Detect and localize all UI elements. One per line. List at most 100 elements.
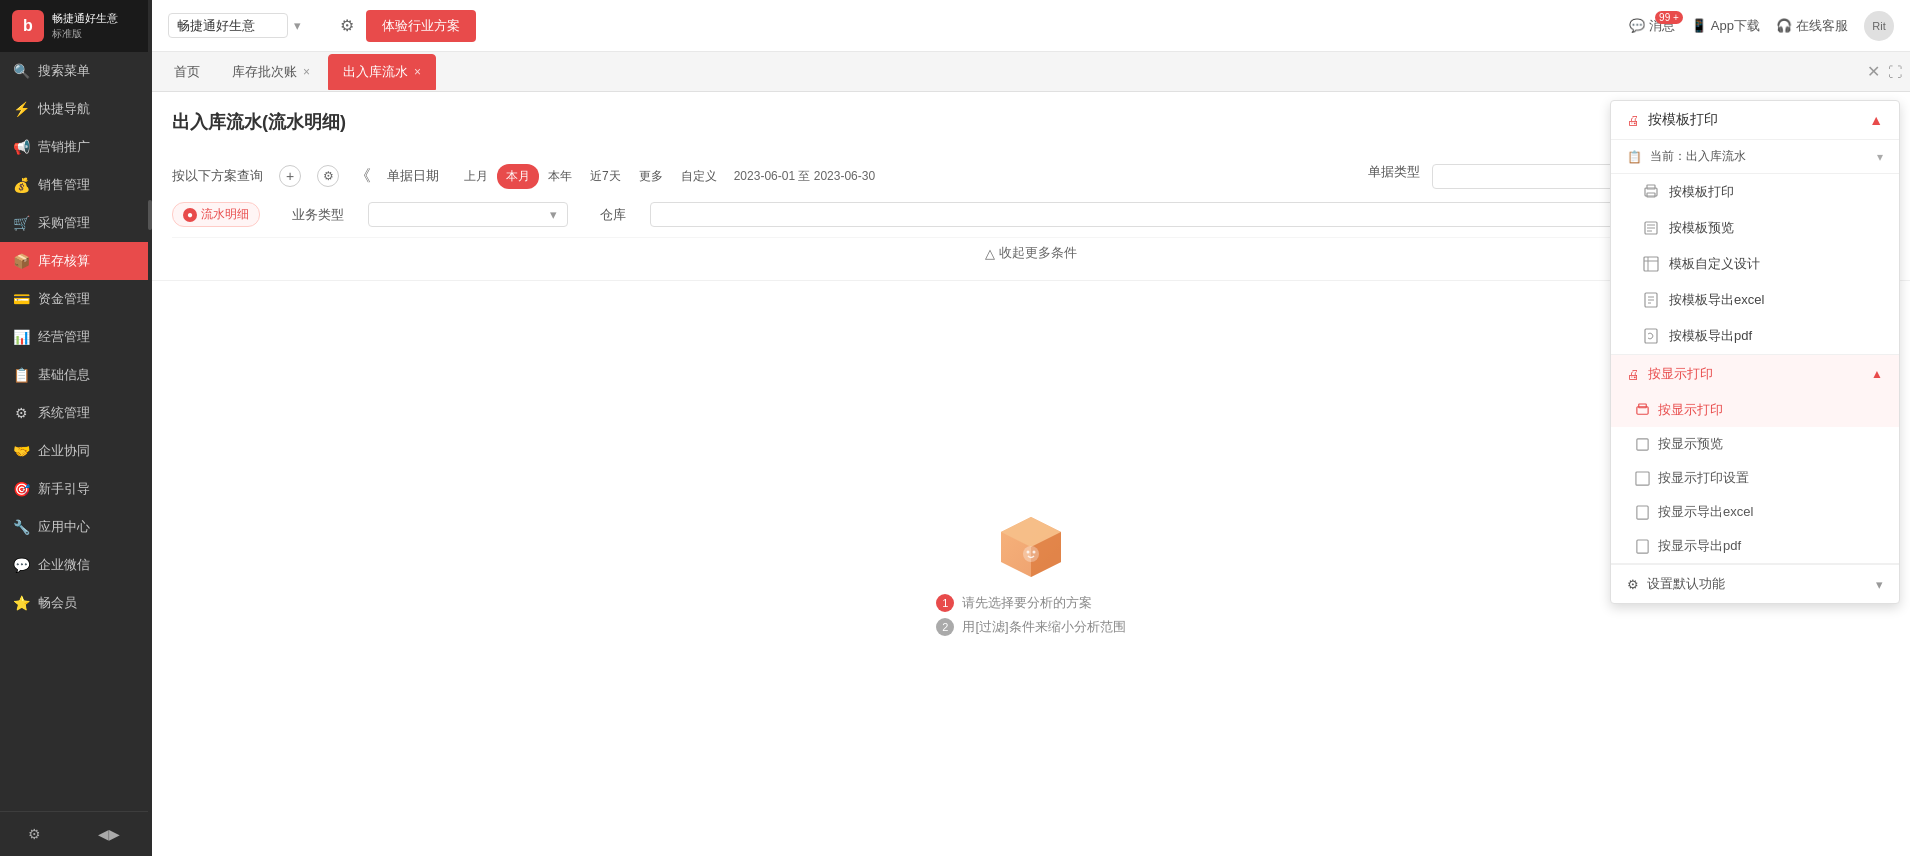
sidebar-basicinfo-label: 基础信息 <box>38 366 90 384</box>
date-btn-custom[interactable]: 自定义 <box>672 164 726 189</box>
company-dropdown-chevron[interactable]: ▾ <box>294 18 301 33</box>
dropdown-display-excel[interactable]: 按显示导出excel <box>1611 495 1899 529</box>
tab-stock-flow[interactable]: 出入库流水 × <box>328 54 436 90</box>
svg-point-5 <box>1033 550 1036 553</box>
empty-step-1: 1 请先选择要分析的方案 <box>936 594 1125 612</box>
dropdown-current-label: 当前：出入库流水 <box>1650 148 1869 165</box>
sidebar-search-label: 搜索菜单 <box>38 62 90 80</box>
wechat-icon: 💬 <box>12 556 30 574</box>
sidebar-item-inventory[interactable]: 📦 库存核算 <box>0 242 148 280</box>
sidebar-item-basicinfo[interactable]: 📋 基础信息 <box>0 356 148 394</box>
dropdown-display-settings[interactable]: 按显示打印设置 <box>1611 461 1899 495</box>
display-excel-icon <box>1635 505 1650 520</box>
sidebar-vip-label: 畅会员 <box>38 594 77 612</box>
doc-type-label: 单据类型 <box>1368 164 1420 179</box>
tab-close-all-icon[interactable]: ✕ <box>1867 62 1880 81</box>
collapse-more-icon: △ <box>985 246 995 261</box>
sidebar-item-sales[interactable]: 💰 销售管理 <box>0 166 148 204</box>
topbar-gear-icon[interactable]: ⚙ <box>340 16 354 35</box>
display-excel-label: 按显示导出excel <box>1658 503 1753 521</box>
sidebar-item-search[interactable]: 🔍 搜索菜单 <box>0 52 148 90</box>
tab-maximize-icon[interactable]: ⛶ <box>1888 64 1902 80</box>
step-1-text: 请先选择要分析的方案 <box>962 594 1092 612</box>
dropdown-display-print[interactable]: 按显示打印 <box>1611 393 1899 427</box>
date-btn-more[interactable]: 更多 <box>630 164 672 189</box>
app-brand-name: 畅捷通好生意 <box>52 11 118 26</box>
dropdown-footer-default[interactable]: ⚙ 设置默认功能 ▾ <box>1611 564 1899 603</box>
app-download-icon: 📱 <box>1691 18 1707 33</box>
sidebar-system-label: 系统管理 <box>38 404 90 422</box>
dropdown-display-section[interactable]: 🖨 按显示打印 ▲ <box>1611 355 1899 393</box>
sidebar-item-quicknav[interactable]: ⚡ 快捷导航 <box>0 90 148 128</box>
sidebar-item-vip[interactable]: ⭐ 畅会员 <box>0 584 148 622</box>
user-avatar[interactable]: Rit <box>1864 11 1894 41</box>
sidebar-item-finance[interactable]: 💳 资金管理 <box>0 280 148 318</box>
sidebar-item-beginner[interactable]: 🎯 新手引导 <box>0 470 148 508</box>
purchase-icon: 🛒 <box>12 214 30 232</box>
display-pdf-label: 按显示导出pdf <box>1658 537 1741 555</box>
message-button[interactable]: 💬 消息 99 + <box>1629 17 1675 35</box>
date-btn-7days[interactable]: 近7天 <box>581 164 630 189</box>
date-btn-thismonth[interactable]: 本月 <box>497 164 539 189</box>
sidebar-item-wechat[interactable]: 💬 企业微信 <box>0 546 148 584</box>
inventory-icon: 📦 <box>12 252 30 270</box>
tab-stock-flow-close[interactable]: × <box>414 65 421 79</box>
message-badge: 99 + <box>1655 11 1683 24</box>
dropdown-template-preview[interactable]: 按模板预览 <box>1611 210 1899 246</box>
display-print-icon <box>1635 403 1650 418</box>
sidebar-item-purchase[interactable]: 🛒 采购管理 <box>0 204 148 242</box>
template-design-label: 模板自定义设计 <box>1669 255 1760 273</box>
sidebar: b 畅捷通好生意 标准版 🔍 搜索菜单 ⚡ 快捷导航 📢 营销推广 💰 销售管理… <box>0 0 148 856</box>
dropdown-header[interactable]: 🖨 按模板打印 ▲ <box>1611 101 1899 140</box>
filter-settings-button[interactable]: ⚙ <box>317 165 339 187</box>
date-btn-lastmonth[interactable]: 上月 <box>455 164 497 189</box>
trial-btn[interactable]: 体验行业方案 <box>366 10 476 42</box>
date-btn-thisyear[interactable]: 本年 <box>539 164 581 189</box>
dropdown-template-pdf[interactable]: 按模板导出pdf <box>1611 318 1899 354</box>
sidebar-item-collab[interactable]: 🤝 企业协同 <box>0 432 148 470</box>
settings-bottom-button[interactable]: ⚙ <box>22 820 47 848</box>
collapse-bottom-button[interactable]: ◀▶ <box>92 820 126 848</box>
dropdown-display-preview[interactable]: 按显示预览 <box>1611 427 1899 461</box>
display-settings-icon <box>1635 471 1650 486</box>
dropdown-current-item[interactable]: 📋 当前：出入库流水 ▾ <box>1611 140 1899 173</box>
dropdown-current-icon: 📋 <box>1627 150 1642 164</box>
sidebar-item-system[interactable]: ⚙ 系统管理 <box>0 394 148 432</box>
sidebar-item-marketing[interactable]: 📢 营销推广 <box>0 128 148 166</box>
tab-inventory-batch-close[interactable]: × <box>303 65 310 79</box>
online-service-button[interactable]: 🎧 在线客服 <box>1776 17 1848 35</box>
sidebar-item-appcenter[interactable]: 🔧 应用中心 <box>0 508 148 546</box>
tab-inventory-batch[interactable]: 库存批次账 × <box>218 54 324 90</box>
template-design-icon <box>1643 256 1659 272</box>
sidebar-quicknav-label: 快捷导航 <box>38 100 90 118</box>
sidebar-scrollbar[interactable] <box>148 0 152 856</box>
sidebar-nav: 🔍 搜索菜单 ⚡ 快捷导航 📢 营销推广 💰 销售管理 🛒 采购管理 📦 库存核… <box>0 52 148 811</box>
dropdown-template-design[interactable]: 模板自定义设计 <box>1611 246 1899 282</box>
dropdown-display-pdf[interactable]: 按显示导出pdf <box>1611 529 1899 563</box>
company-name-input[interactable] <box>168 13 288 38</box>
tab-home[interactable]: 首页 <box>160 54 214 90</box>
empty-step-2: 2 用[过滤]条件来缩小分析范围 <box>936 618 1125 636</box>
filter-add-button[interactable]: + <box>279 165 301 187</box>
filter-tag-liushui[interactable]: ● 流水明细 <box>172 202 260 227</box>
basicinfo-icon: 📋 <box>12 366 30 384</box>
dropdown-template-excel[interactable]: 按模板导出excel <box>1611 282 1899 318</box>
business-type-select[interactable]: ▾ <box>368 202 568 227</box>
dropdown-arrow-up[interactable]: ▲ <box>1869 112 1883 128</box>
tab-inventory-batch-label: 库存批次账 <box>232 63 297 81</box>
app-download-button[interactable]: 📱 App下载 <box>1691 17 1760 35</box>
svg-rect-23 <box>1637 438 1648 449</box>
date-filter: 上月 本月 本年 近7天 更多 自定义 2023-06-01 至 2023-06… <box>455 164 875 189</box>
display-section-title: 按显示打印 <box>1648 365 1863 383</box>
sidebar-item-operations[interactable]: 📊 经营管理 <box>0 318 148 356</box>
template-pdf-label: 按模板导出pdf <box>1669 327 1752 345</box>
topbar-brand: ▾ <box>168 13 328 38</box>
svg-rect-24 <box>1636 471 1649 484</box>
tab-stock-flow-label: 出入库流水 <box>343 63 408 81</box>
filter-collapse-button[interactable]: 《 <box>355 166 371 187</box>
dropdown-title: 按模板打印 <box>1648 111 1869 129</box>
sidebar-purchase-label: 采购管理 <box>38 214 90 232</box>
empty-icon <box>991 502 1071 582</box>
display-pdf-icon <box>1635 539 1650 554</box>
dropdown-template-print[interactable]: 按模板打印 <box>1611 174 1899 210</box>
